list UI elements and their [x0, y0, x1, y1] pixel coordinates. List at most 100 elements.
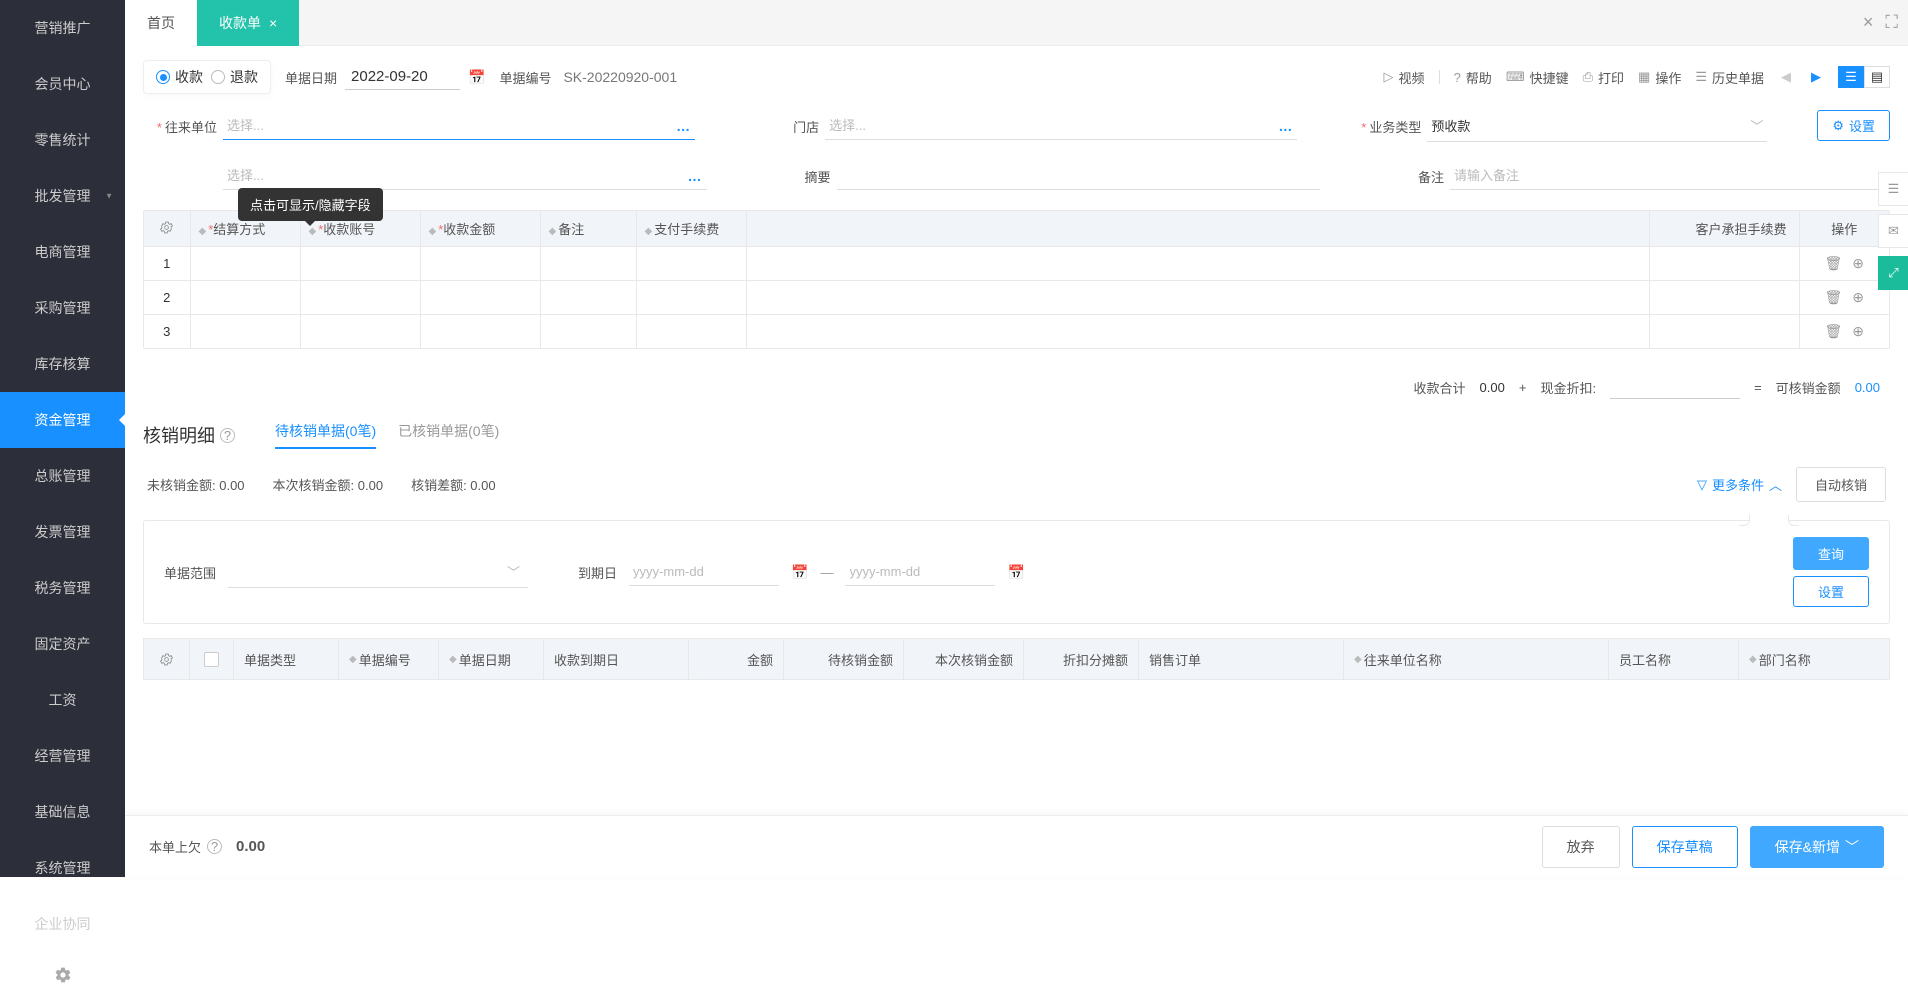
filter-range-select[interactable]: ﹀ — [228, 556, 528, 588]
store-field: 门店 … — [745, 110, 1297, 142]
more-conditions-toggle[interactable]: ▽更多条件︿ — [1697, 475, 1782, 494]
sidebar-item-fixed-assets[interactable]: 固定资产 — [0, 616, 125, 672]
due-to-input[interactable] — [845, 558, 995, 586]
sidebar-item-procure[interactable]: 采购管理 — [0, 280, 125, 336]
bth-gear[interactable] — [144, 639, 190, 679]
store-label: 门店 — [745, 117, 825, 136]
filter-setting-button[interactable]: 设置 — [1793, 576, 1869, 607]
sidebar-item-salary[interactable]: 工资 — [0, 672, 125, 728]
video-button[interactable]: ▷视频 — [1384, 68, 1425, 87]
calendar-icon[interactable]: 📅 — [791, 564, 808, 581]
tab-receipt[interactable]: 收款单 × — [197, 0, 299, 46]
sidebar-item-tax[interactable]: 税务管理 — [0, 560, 125, 616]
bth-empname[interactable]: 员工名称 — [1609, 639, 1739, 679]
calendar-icon[interactable]: 📅 — [1007, 564, 1024, 581]
table-gear-header[interactable] — [144, 211, 190, 247]
th-payfee[interactable]: ◆支付手续费 — [636, 211, 746, 247]
th-amt[interactable]: ◆*收款金额 — [420, 211, 540, 247]
remark-input[interactable] — [1450, 162, 1890, 189]
calendar-icon[interactable]: 📅 — [468, 69, 485, 86]
sidebar-item-enterprise[interactable]: 企业协同 — [0, 896, 125, 952]
help-icon[interactable]: ? — [220, 428, 235, 443]
sidebar-item-inventory[interactable]: 库存核算 — [0, 336, 125, 392]
tab-cleared[interactable]: 已核销单据(0笔) — [398, 421, 499, 449]
sidebar-item-basic-info[interactable]: 基础信息 — [0, 784, 125, 840]
rail-btn-2[interactable]: ✉ — [1878, 214, 1908, 248]
abandon-button[interactable]: 放弃 — [1542, 826, 1620, 868]
table-row[interactable]: 3🗑⊕ — [144, 315, 1889, 349]
auto-clear-button[interactable]: 自动核销 — [1796, 467, 1886, 502]
bth-checkbox[interactable] — [190, 639, 234, 679]
discount-input[interactable] — [1610, 375, 1740, 399]
sidebar-item-ecommerce[interactable]: 电商管理 — [0, 224, 125, 280]
delete-icon[interactable]: 🗑 — [1819, 289, 1847, 305]
sidebar-item-retail-stats[interactable]: 零售统计 — [0, 112, 125, 168]
operate-button[interactable]: ▦操作 — [1638, 68, 1681, 87]
bth-pending[interactable]: 待核销金额 — [784, 639, 904, 679]
doc-date-input[interactable] — [345, 64, 460, 90]
due-from-input[interactable] — [629, 558, 779, 586]
tab-pending-clear[interactable]: 待核销单据(0笔) — [275, 421, 376, 449]
history-button[interactable]: ☰历史单据 — [1695, 68, 1764, 87]
sidebar-item-system[interactable]: 系统管理 — [0, 840, 125, 896]
add-row-icon[interactable]: ⊕ — [1847, 323, 1869, 339]
summary-input[interactable] — [837, 162, 1321, 189]
print-button[interactable]: ⎙打印 — [1583, 68, 1624, 87]
help-button[interactable]: ?帮助 — [1454, 68, 1492, 87]
party-input[interactable] — [223, 112, 672, 139]
th-custfee: 客户承担手续费 — [1649, 211, 1799, 247]
sort-icon: ◆ — [449, 654, 457, 665]
sidebar-settings[interactable] — [0, 952, 125, 1001]
footer-buttons: 放弃 保存草稿 保存&新增﹀ — [1542, 826, 1884, 868]
sidebar-item-funds[interactable]: 资金管理 — [0, 392, 125, 448]
bth-salesorder[interactable]: 销售订单 — [1139, 639, 1344, 679]
rail-btn-expand[interactable]: ⤢ — [1878, 256, 1908, 290]
delete-icon[interactable]: 🗑 — [1819, 323, 1847, 339]
rail-btn-1[interactable]: ☰ — [1878, 172, 1908, 206]
sidebar-item-marketing[interactable]: 营销推广 — [0, 0, 125, 56]
view-card-icon[interactable]: ▤ — [1864, 66, 1890, 88]
biztype-value[interactable]: 预收款 — [1427, 110, 1746, 141]
sidebar-item-member[interactable]: 会员中心 — [0, 56, 125, 112]
view-list-icon[interactable]: ☰ — [1838, 66, 1864, 88]
help-icon[interactable]: ? — [207, 839, 222, 854]
delete-icon[interactable]: 🗑 — [1819, 255, 1847, 271]
chevron-down-icon[interactable]: ﹀ — [1746, 116, 1767, 135]
form-setting-button[interactable]: ⚙设置 — [1817, 110, 1890, 141]
bth-docdate[interactable]: ◆单据日期 — [439, 639, 544, 679]
next-doc-icon[interactable]: ▶ — [1808, 69, 1824, 85]
query-button[interactable]: 查询 — [1793, 537, 1869, 570]
party-picker-icon[interactable]: … — [672, 118, 695, 134]
tab-home[interactable]: 首页 — [125, 0, 197, 46]
store-picker-icon[interactable]: … — [1274, 118, 1297, 134]
close-icon[interactable]: × — [269, 0, 277, 46]
th-note[interactable]: ◆备注 — [540, 211, 636, 247]
add-row-icon[interactable]: ⊕ — [1847, 255, 1869, 271]
save-new-button[interactable]: 保存&新增﹀ — [1750, 826, 1884, 868]
sidebar-item-ledger[interactable]: 总账管理 — [0, 448, 125, 504]
tab-close-all-icon[interactable]: × — [1863, 12, 1874, 33]
store-input[interactable] — [825, 112, 1274, 139]
table-row[interactable]: 1🗑⊕ — [144, 247, 1889, 281]
staff-picker-icon[interactable]: … — [684, 168, 707, 184]
radio-receive[interactable]: 收款 — [156, 67, 203, 87]
sidebar-item-operations[interactable]: 经营管理 — [0, 728, 125, 784]
radio-refund[interactable]: 退款 — [211, 67, 258, 87]
fullscreen-icon[interactable]: ⛶ — [1885, 12, 1898, 33]
bth-discshare[interactable]: 折扣分摊额 — [1024, 639, 1139, 679]
save-draft-button[interactable]: 保存草稿 — [1632, 826, 1738, 868]
bth-duedate[interactable]: 收款到期日 — [544, 639, 689, 679]
shortcut-button[interactable]: ⌨快捷键 — [1506, 68, 1569, 87]
bth-partyname[interactable]: ◆往来单位名称 — [1344, 639, 1609, 679]
bth-amt[interactable]: 金额 — [689, 639, 784, 679]
sidebar-item-invoice[interactable]: 发票管理 — [0, 504, 125, 560]
sidebar-item-wholesale[interactable]: 批发管理 — [0, 168, 125, 224]
table-row[interactable]: 2🗑⊕ — [144, 281, 1889, 315]
staff-input[interactable] — [223, 162, 684, 189]
bth-docno[interactable]: ◆单据编号 — [339, 639, 439, 679]
bth-doctype[interactable]: 单据类型 — [234, 639, 339, 679]
prev-doc-icon[interactable]: ◀ — [1778, 69, 1794, 85]
bth-deptname[interactable]: ◆部门名称 — [1739, 639, 1889, 679]
bth-thisamt[interactable]: 本次核销金额 — [904, 639, 1024, 679]
add-row-icon[interactable]: ⊕ — [1847, 289, 1869, 305]
